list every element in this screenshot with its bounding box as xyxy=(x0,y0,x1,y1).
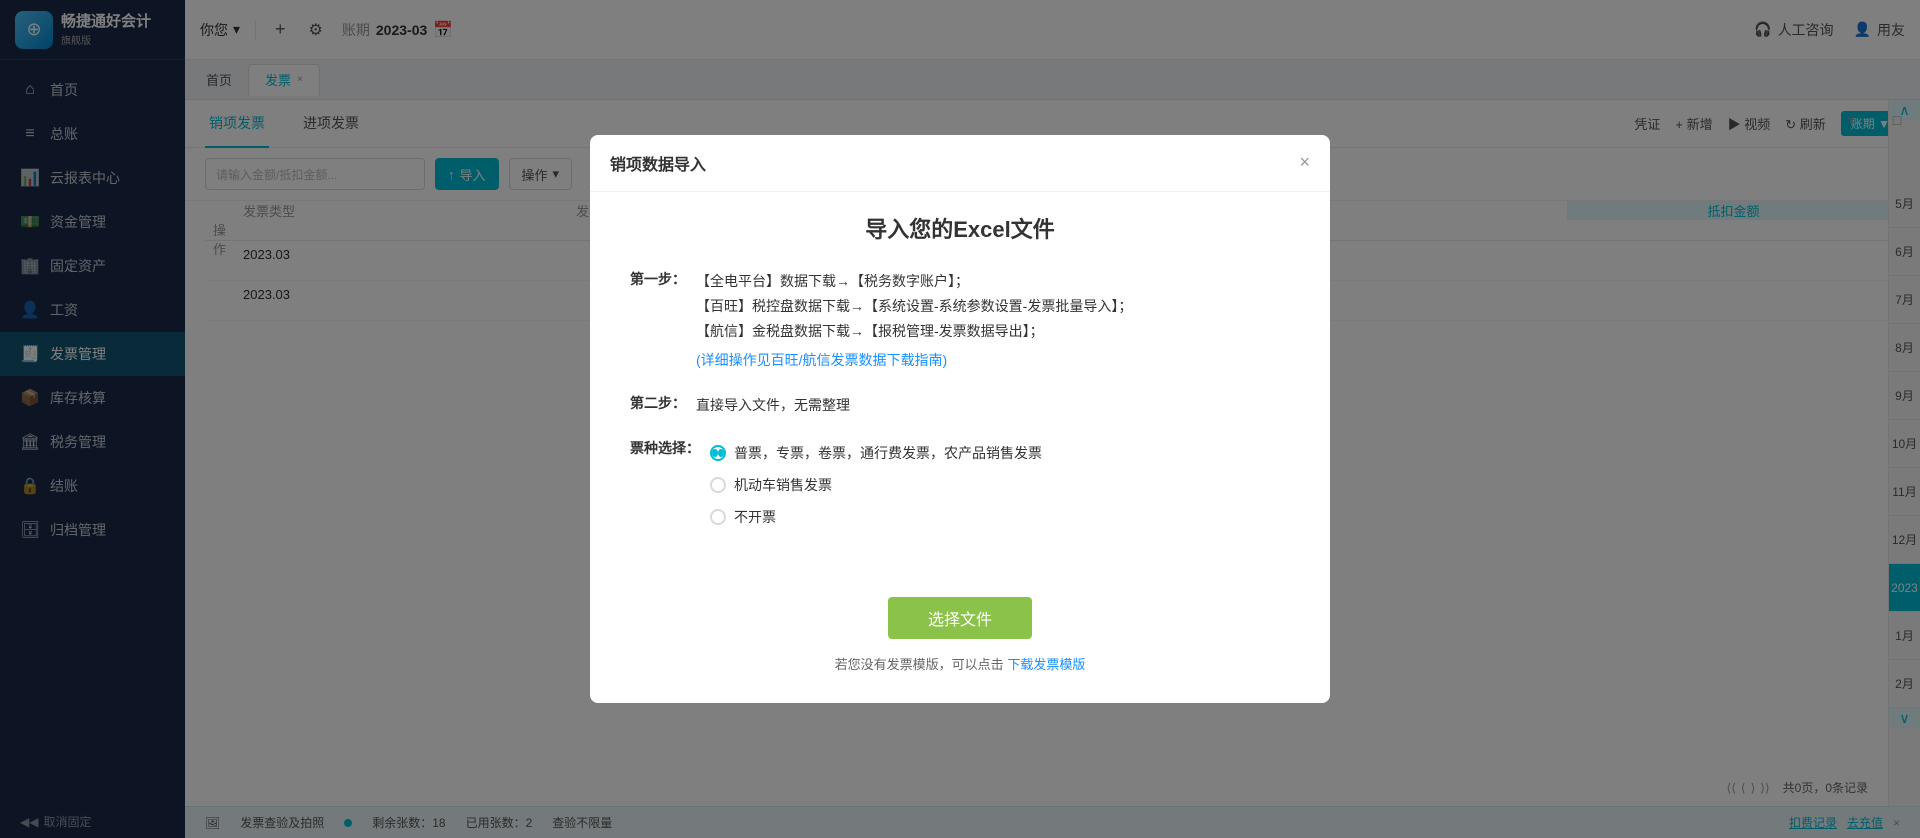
step1-content: 【全电平台】数据下载→【税务数字账户】； 【百旺】税控盘数据下载→【系统设置-系… xyxy=(696,269,1132,374)
modal-header: 销项数据导入 × xyxy=(590,135,1330,192)
modal-step1: 第一步： 【全电平台】数据下载→【税务数字账户】； 【百旺】税控盘数据下载→【系… xyxy=(630,269,1290,374)
radio-motor-label: 机动车销售发票 xyxy=(734,475,832,495)
ticket-type-label: 票种选择： xyxy=(630,438,700,527)
radio-normal[interactable]: 普票，专票，卷票，通行费发票，农产品销售发票 xyxy=(710,443,1042,463)
download-template-link[interactable]: 下载发票模版 xyxy=(1007,657,1085,672)
ticket-radio-group: 普票，专票，卷票，通行费发票，农产品销售发票 机动车销售发票 不开票 xyxy=(710,443,1042,527)
radio-normal-dot xyxy=(712,449,718,457)
modal-overlay: 销项数据导入 × 导入您的Excel文件 第一步： 【全电平台】数据下载→【税务… xyxy=(0,0,1920,838)
radio-motor-circle xyxy=(710,477,726,493)
radio-normal-label: 普票，专票，卷票，通行费发票，农产品销售发票 xyxy=(734,443,1042,463)
step2-label: 第二步： xyxy=(630,393,686,418)
step1-line2: 【百旺】税控盘数据下载→【系统设置-系统参数设置-发票批量导入】； xyxy=(696,294,1132,319)
modal-main-title: 导入您的Excel文件 xyxy=(630,212,1290,244)
radio-normal-circle xyxy=(710,445,726,461)
ticket-type-section: 票种选择： 普票，专票，卷票，通行费发票，农产品销售发票 机动车销售发票 xyxy=(630,438,1290,527)
modal-close-btn[interactable]: × xyxy=(1299,152,1310,173)
step1-label: 第一步： xyxy=(630,269,686,374)
radio-noticket-circle xyxy=(710,509,726,525)
radio-noticket-label: 不开票 xyxy=(734,507,776,527)
download-hint: 若您没有发票模版，可以点击 下载发票模版 xyxy=(835,654,1086,673)
radio-motor[interactable]: 机动车销售发票 xyxy=(710,475,1042,495)
step1-guide-link[interactable]: (详细操作见百旺/航信发票数据下载指南) xyxy=(696,352,947,368)
modal-body: 导入您的Excel文件 第一步： 【全电平台】数据下载→【税务数字账户】； 【百… xyxy=(590,192,1330,578)
modal-footer: 选择文件 若您没有发票模版，可以点击 下载发票模版 xyxy=(590,577,1330,703)
step2-content: 直接导入文件，无需整理 xyxy=(696,393,850,418)
modal-title: 销项数据导入 xyxy=(610,151,706,175)
radio-noticket[interactable]: 不开票 xyxy=(710,507,1042,527)
step1-line3: 【航信】金税盘数据下载→【报税管理-发票数据导出】； xyxy=(696,319,1132,344)
download-hint-text: 若您没有发票模版，可以点击 xyxy=(835,657,1004,672)
select-file-btn[interactable]: 选择文件 xyxy=(888,597,1032,639)
step1-line1: 【全电平台】数据下载→【税务数字账户】； xyxy=(696,269,1132,294)
modal-step2: 第二步： 直接导入文件，无需整理 xyxy=(630,393,1290,418)
import-modal: 销项数据导入 × 导入您的Excel文件 第一步： 【全电平台】数据下载→【税务… xyxy=(590,135,1330,704)
